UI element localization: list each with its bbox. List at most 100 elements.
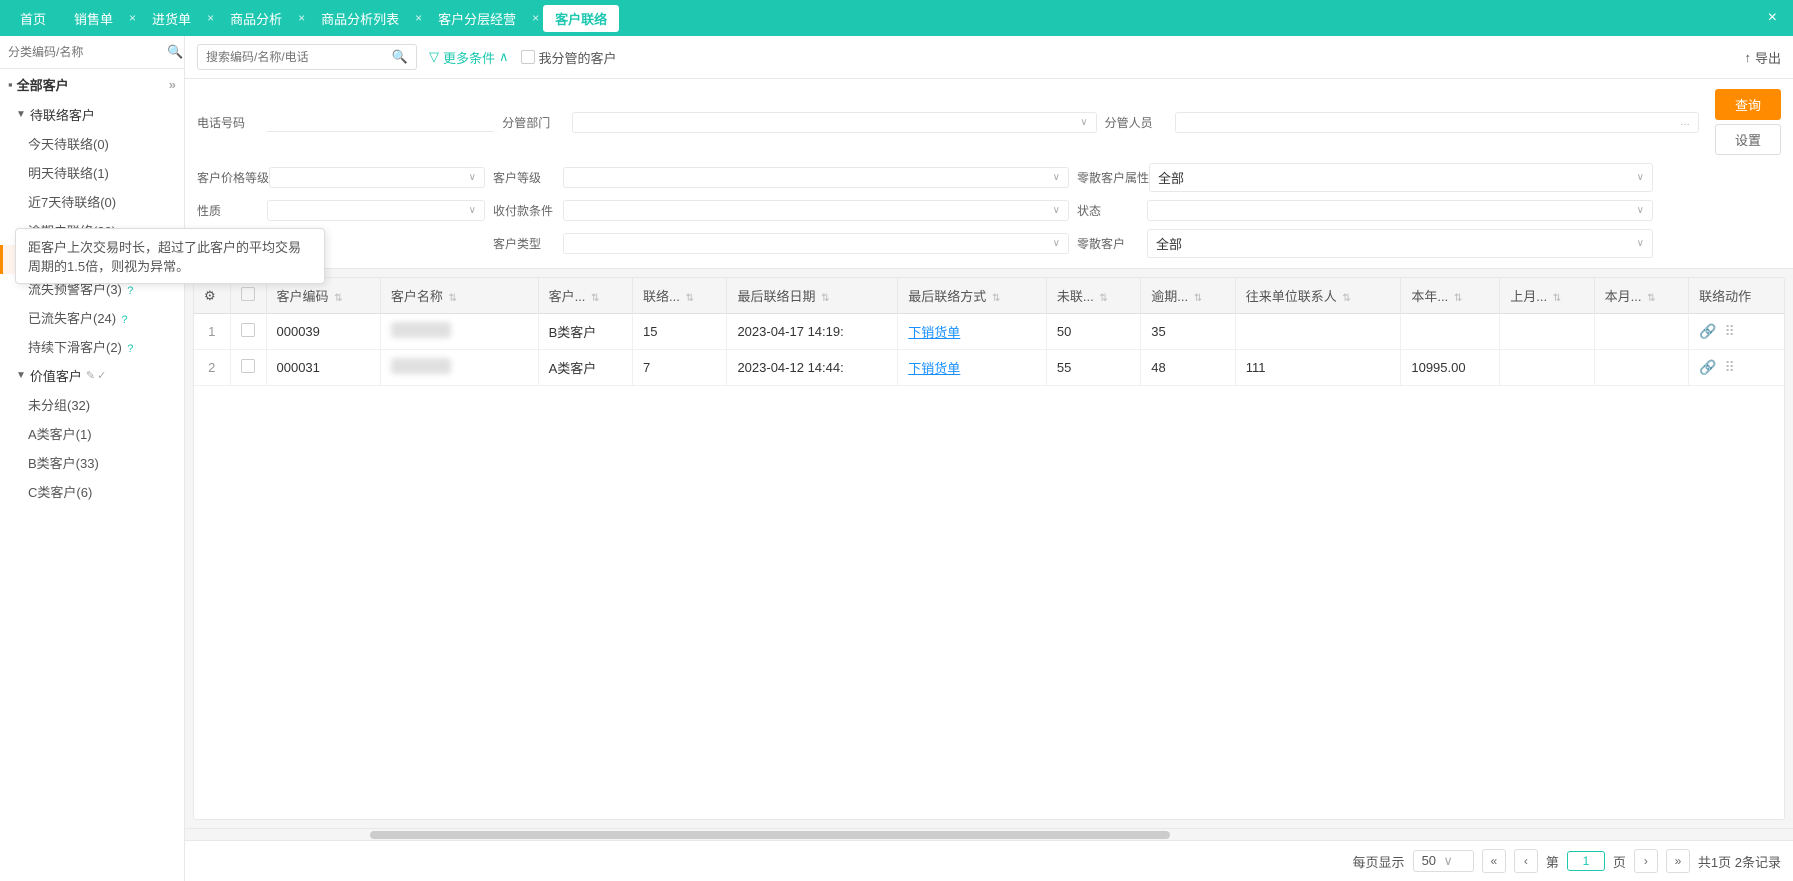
col-this-year[interactable]: 本年... ⇅ [1401, 278, 1500, 314]
row-2-checkbox[interactable] [230, 350, 266, 386]
retail-cust-select[interactable]: 全部 ∨ [1147, 229, 1653, 258]
row-1-index: 1 [194, 314, 230, 350]
row-2-last-method[interactable]: 下销货单 [898, 350, 1047, 386]
nav-home[interactable]: 首页 [8, 5, 58, 32]
row-2-method-link[interactable]: 下销货单 [908, 361, 960, 376]
query-button[interactable]: 查询 [1715, 89, 1781, 120]
nav-purchase[interactable]: 进货单 × [140, 5, 214, 32]
col-this-month[interactable]: 本月... ⇅ [1594, 278, 1688, 314]
scrollbar-thumb[interactable] [370, 831, 1170, 839]
person-select[interactable]: … [1175, 112, 1699, 133]
row-checkbox-2[interactable] [241, 359, 255, 373]
col-this-year-label: 本年... [1411, 289, 1448, 304]
horizontal-scrollbar[interactable] [185, 828, 1793, 840]
col-last-method[interactable]: 最后联络方式 ⇅ [898, 278, 1047, 314]
row-1-link-icon[interactable]: 🔗 [1699, 323, 1716, 340]
cust-type-select[interactable]: ∨ [563, 233, 1069, 254]
row-1-last-method[interactable]: 下销货单 [898, 314, 1047, 350]
current-page-input[interactable] [1567, 851, 1605, 871]
col-contact-count[interactable]: 联络... ⇅ [633, 278, 727, 314]
sidebar-item-ungrouped[interactable]: 未分组(32) [0, 390, 184, 419]
nav-sales-close[interactable]: × [129, 11, 136, 25]
cust-level-select[interactable]: ∨ [563, 167, 1069, 188]
sidebar-collapse-icon[interactable]: » [169, 77, 176, 92]
row-2-link-icon[interactable]: 🔗 [1699, 359, 1716, 376]
my-customers-checkbox[interactable] [521, 50, 535, 64]
row-checkbox-1[interactable] [241, 323, 255, 337]
sidebar-item-c-class[interactable]: C类客户(6) [0, 477, 184, 506]
row-1-more-icon[interactable]: ⠿ [1725, 323, 1735, 340]
row-2-more-icon[interactable]: ⠿ [1725, 359, 1735, 376]
sidebar-search-input[interactable] [8, 45, 163, 59]
sidebar-search-icon[interactable]: 🔍 [167, 44, 183, 60]
nav-purchase-close[interactable]: × [207, 11, 214, 25]
first-page-button[interactable]: « [1482, 849, 1506, 873]
nav-customer-contact[interactable]: 客户联络 × [543, 5, 630, 32]
col-last-month[interactable]: 上月... ⇅ [1500, 278, 1594, 314]
sidebar-item-a-class[interactable]: A类客户(1) [0, 419, 184, 448]
phone-input[interactable] [267, 113, 494, 132]
col-overdue[interactable]: 逾期... ⇅ [1141, 278, 1235, 314]
retail-attr-select[interactable]: 全部 ∨ [1149, 163, 1653, 192]
row-1-checkbox[interactable] [230, 314, 266, 350]
sidebar-item-today[interactable]: 今天待联络(0) [0, 129, 184, 158]
per-page-chevron: ∨ [1443, 853, 1453, 868]
sidebar-item-tomorrow[interactable]: 明天待联络(1) [0, 158, 184, 187]
row-2-this-year: 10995.00 [1401, 350, 1500, 386]
value-group-edit2[interactable]: ✓ [97, 369, 106, 382]
sidebar-item-declining[interactable]: 持续下滑客户(2) ? [0, 332, 184, 361]
settings-icon[interactable]: ⚙ [204, 288, 216, 303]
row-1-method-link[interactable]: 下销货单 [908, 325, 960, 340]
all-customers-header[interactable]: ▪ 全部客户 » [0, 69, 184, 100]
search-icon[interactable]: 🔍 [392, 49, 408, 65]
col-name[interactable]: 客户名称 ⇅ [380, 278, 538, 314]
sidebar-item-7days[interactable]: 近7天待联络(0) [0, 187, 184, 216]
search-box: 🔍 [197, 44, 417, 70]
filter-cust-type: 客户类型 ∨ [493, 233, 1069, 254]
nav-sales[interactable]: 销售单 × [62, 5, 136, 32]
col-cust-type[interactable]: 客户... ⇅ [538, 278, 632, 314]
status-select[interactable]: ∨ [1147, 200, 1653, 221]
filter-row-1: 电话号码 分管部门 ∨ 分管人员 … [197, 89, 1781, 155]
dept-select[interactable]: ∨ [572, 112, 1096, 133]
col-contacts[interactable]: 往来单位联系人 ⇅ [1235, 278, 1401, 314]
row-1-last-date: 2023-04-17 14:19: [727, 314, 898, 350]
col-overdue-label: 逾期... [1151, 289, 1188, 304]
nav-customer-contact-close[interactable]: × [623, 11, 630, 25]
last-page-button[interactable]: » [1666, 849, 1690, 873]
sort-icon-year: ⇅ [1454, 293, 1462, 304]
pending-group-label: 待联络客户 [30, 105, 95, 124]
sidebar-item-b-class[interactable]: B类客户(33) [0, 448, 184, 477]
export-button[interactable]: ↑ 导出 [1744, 48, 1781, 67]
sidebar-item-today-label: 今天待联络(0) [28, 137, 109, 152]
pending-group-header[interactable]: ▼ 待联络客户 [0, 100, 184, 129]
row-2-name [380, 350, 538, 386]
edit-icon[interactable]: ✎ [86, 369, 95, 382]
nav-goods-analysis[interactable]: 商品分析 × [218, 5, 305, 32]
per-page-select[interactable]: 50 ∨ [1413, 850, 1474, 872]
price-level-select[interactable]: ∨ [269, 167, 485, 188]
nav-goods-analysis-close[interactable]: × [298, 11, 305, 25]
search-input[interactable] [206, 50, 386, 64]
value-group-header[interactable]: ▼ 价值客户 ✎ ✓ [0, 361, 184, 390]
sidebar-item-churned[interactable]: 已流失客户(24) ? [0, 303, 184, 332]
page-number-field[interactable] [1574, 854, 1598, 868]
nav-customer-tier-close[interactable]: × [532, 11, 539, 25]
close-all-button[interactable]: × [1760, 9, 1785, 27]
next-page-button[interactable]: › [1634, 849, 1658, 873]
nature-select[interactable]: ∨ [267, 200, 485, 221]
more-conditions-button[interactable]: ▽ 更多条件 ∧ [429, 48, 509, 67]
my-customers-toggle[interactable]: 我分管的客户 [521, 48, 617, 67]
row-2-code: 000031 [266, 350, 380, 386]
nav-goods-list-close[interactable]: × [415, 11, 422, 25]
settings-button[interactable]: 设置 [1715, 124, 1781, 155]
nav-customer-tier[interactable]: 客户分层经营 × [426, 5, 539, 32]
col-uncontacted-label: 未联... [1057, 289, 1094, 304]
col-uncontacted[interactable]: 未联... ⇅ [1046, 278, 1140, 314]
per-page-value: 50 [1422, 853, 1436, 868]
header-checkbox[interactable] [241, 287, 255, 301]
col-last-date[interactable]: 最后联络日期 ⇅ [727, 278, 898, 314]
payment-select[interactable]: ∨ [563, 200, 1069, 221]
nav-goods-list[interactable]: 商品分析列表 × [309, 5, 422, 32]
prev-page-button[interactable]: ‹ [1514, 849, 1538, 873]
